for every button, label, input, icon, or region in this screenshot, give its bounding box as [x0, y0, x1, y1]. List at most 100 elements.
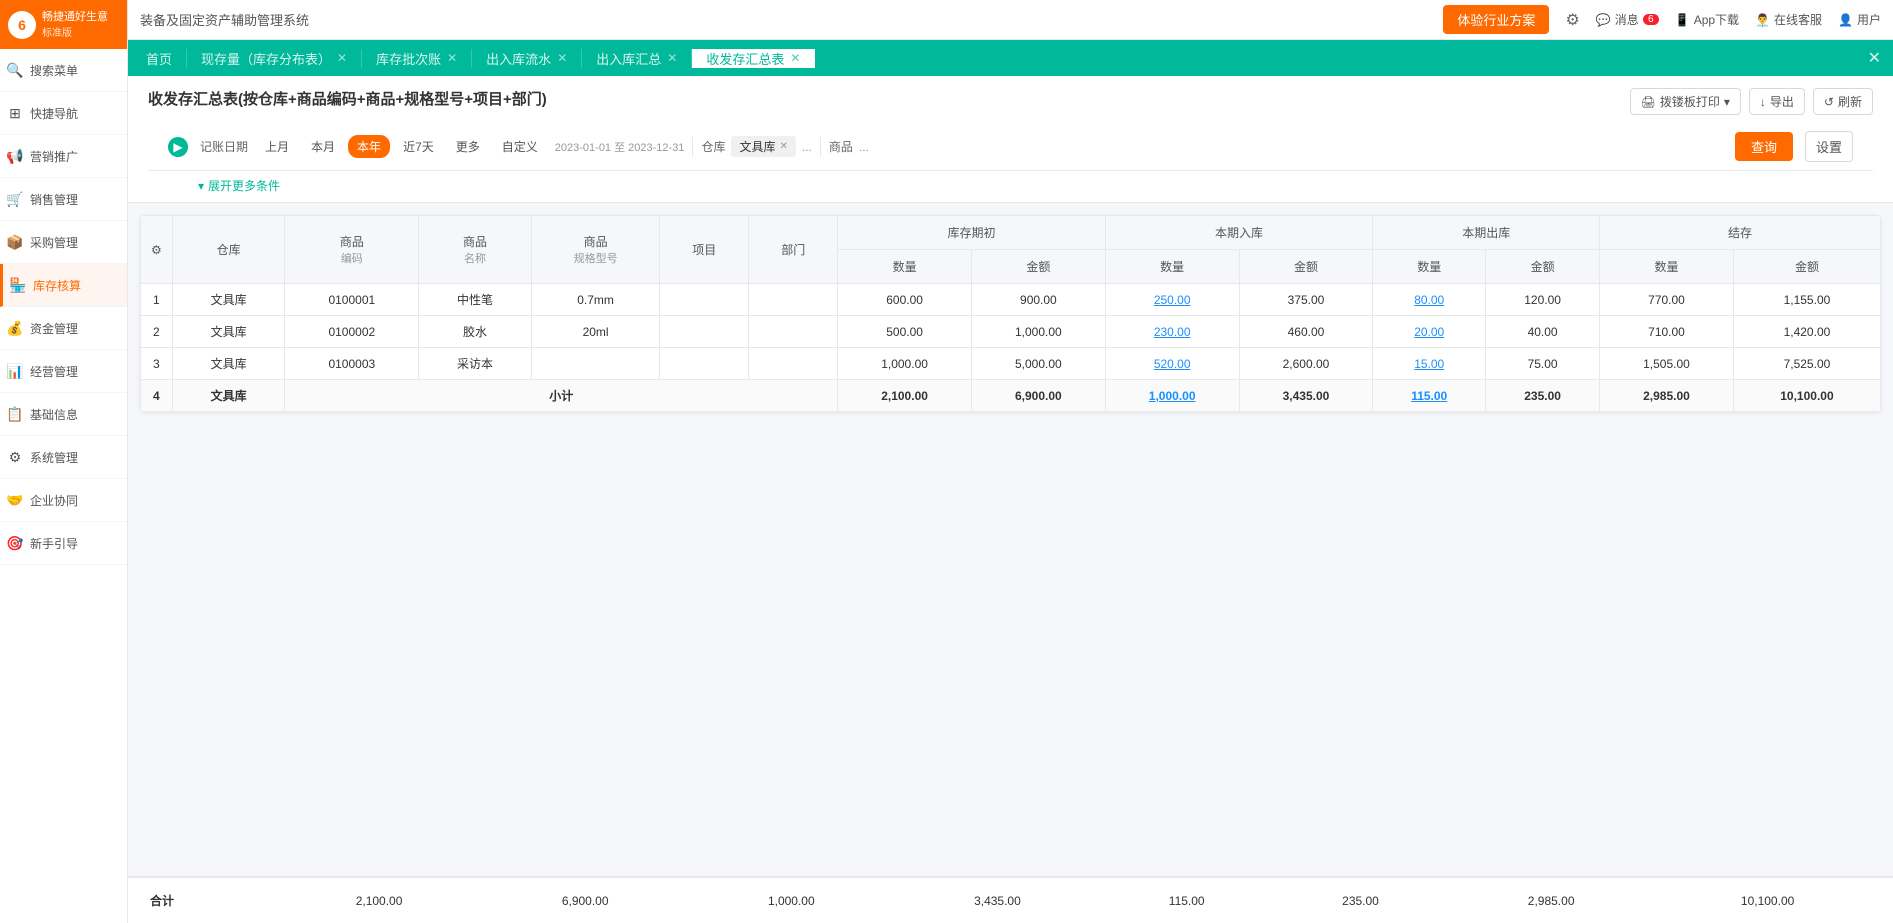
inventory-icon: 🏪: [9, 276, 27, 294]
experience-button[interactable]: 体验行业方案: [1443, 5, 1549, 34]
cell-open-amt: 5,000.00: [971, 348, 1105, 380]
cell-dept: [749, 284, 838, 316]
warehouse-more[interactable]: ...: [802, 140, 812, 154]
expand-conditions-btn[interactable]: ▾ 展开更多条件: [198, 177, 1873, 194]
cell-index: 2: [141, 316, 173, 348]
tab-close-batch[interactable]: ✕: [447, 51, 457, 65]
sidebar-item-basic[interactable]: 📋 基础信息: [0, 393, 127, 436]
sidebar-label-search: 搜索菜单: [30, 62, 78, 79]
sidebar-item-operation[interactable]: 📊 经营管理: [0, 350, 127, 393]
setting-button[interactable]: 设置: [1805, 131, 1853, 162]
table-row: 2 文具库 0100002 胶水 20ml 500.00 1,000.00 23…: [141, 316, 1881, 348]
cell-warehouse: 文具库: [172, 316, 285, 348]
sidebar-label-finance: 资金管理: [30, 320, 78, 337]
logo-icon: 6: [8, 11, 36, 39]
sidebar-item-search[interactable]: 🔍 搜索菜单: [0, 49, 127, 92]
top-bar-actions: 体验行业方案 ⚙ 💬 消息 6 📱 App下载 👨‍💼 在线客服 👤: [1443, 5, 1881, 34]
tab-home[interactable]: 首页: [132, 49, 187, 68]
sidebar-item-sales[interactable]: 🛒 销售管理: [0, 178, 127, 221]
cell-out-qty[interactable]: 15.00: [1373, 348, 1486, 380]
subtotal-out-amt: 235.00: [1486, 380, 1600, 412]
export-btn[interactable]: ↓ 导出: [1749, 88, 1805, 115]
date-btn-this-year[interactable]: 本年: [348, 135, 390, 158]
sidebar-item-quick-nav[interactable]: ⊞ 快捷导航: [0, 92, 127, 135]
cell-in-amt: 2,600.00: [1239, 348, 1373, 380]
tab-bar-close-icon[interactable]: ✕: [1856, 48, 1893, 68]
footer-total-label: 合计: [140, 886, 276, 915]
subtotal-in-qty[interactable]: 1,000.00: [1105, 380, 1239, 412]
settings-icon[interactable]: ⚙: [1565, 10, 1579, 30]
filter-toggle-btn[interactable]: ▶: [168, 137, 188, 157]
message-btn[interactable]: 💬 消息 6: [1596, 11, 1659, 28]
cell-out-amt: 75.00: [1486, 348, 1600, 380]
product-more[interactable]: ...: [859, 140, 869, 154]
tab-close-inventory[interactable]: ✕: [337, 51, 347, 65]
footer-in-amt: 3,435.00: [894, 886, 1100, 915]
tab-bar: 首页现存量（库存分布表）✕库存批次账✕出入库流水✕出入库汇总✕收发存汇总表✕ ✕: [128, 40, 1893, 76]
export-icon: ↓: [1760, 95, 1766, 109]
sidebar-item-inventory[interactable]: 🏪 库存核算: [0, 264, 127, 307]
tab-inventory[interactable]: 现存量（库存分布表）✕: [187, 49, 362, 68]
cell-spec: 20ml: [531, 316, 659, 348]
tab-receive_summary[interactable]: 收发存汇总表✕: [692, 49, 815, 68]
sidebar-item-purchase[interactable]: 📦 采购管理: [0, 221, 127, 264]
warehouse-tag: 文具库 ✕: [731, 136, 795, 157]
th-opening: 库存期初: [838, 216, 1106, 250]
cell-close-amt: 1,155.00: [1733, 284, 1880, 316]
cell-close-qty: 770.00: [1600, 284, 1734, 316]
app-download-btn[interactable]: 📱 App下载: [1675, 11, 1739, 28]
refresh-icon: ↺: [1824, 95, 1834, 109]
table-footer: 合计 2,100.00 6,900.00 1,000.00 3,435.00 1…: [128, 876, 1893, 923]
refresh-btn[interactable]: ↺ 刷新: [1813, 88, 1873, 115]
logo-text: 畅捷通好生意 标准版: [42, 10, 108, 39]
tab-close-inout_summary[interactable]: ✕: [667, 51, 677, 65]
warehouse-label: 仓库: [701, 138, 725, 155]
subtotal-open-qty: 2,100.00: [838, 380, 972, 412]
warehouse-tag-close[interactable]: ✕: [779, 141, 787, 152]
cell-code: 0100002: [285, 316, 419, 348]
filter-divider-2: [820, 137, 821, 157]
finance-icon: 💰: [6, 319, 24, 337]
cell-out-qty[interactable]: 80.00: [1373, 284, 1486, 316]
cell-in-qty[interactable]: 520.00: [1105, 348, 1239, 380]
operation-icon: 📊: [6, 362, 24, 380]
online-support-btn[interactable]: 👨‍💼 在线客服: [1755, 11, 1822, 28]
query-button[interactable]: 查询: [1735, 132, 1793, 161]
sidebar-item-marketing[interactable]: 📢 营销推广: [0, 135, 127, 178]
date-btn-7days[interactable]: 近7天: [394, 135, 443, 158]
print-btn[interactable]: 🖨 拨镂板打印 ▾: [1630, 88, 1741, 115]
tab-close-receive_summary[interactable]: ✕: [790, 51, 800, 65]
sidebar-item-system[interactable]: ⚙ 系统管理: [0, 436, 127, 479]
cell-in-qty[interactable]: 250.00: [1105, 284, 1239, 316]
cell-in-qty[interactable]: 230.00: [1105, 316, 1239, 348]
cell-warehouse: 文具库: [172, 284, 285, 316]
tab-close-inout_flow[interactable]: ✕: [557, 51, 567, 65]
marketing-icon: 📢: [6, 147, 24, 165]
cell-out-qty[interactable]: 20.00: [1373, 316, 1486, 348]
cell-index: 1: [141, 284, 173, 316]
subtotal-in-amt: 3,435.00: [1239, 380, 1373, 412]
tab-inout_flow[interactable]: 出入库流水✕: [472, 49, 582, 68]
cell-name: 中性笔: [419, 284, 532, 316]
sidebar-item-finance[interactable]: 💰 资金管理: [0, 307, 127, 350]
top-bar: 装备及固定资产辅助管理系统 体验行业方案 ⚙ 💬 消息 6 📱 App下载 👨‍…: [128, 0, 1893, 40]
th-code: 商品编码: [285, 216, 419, 284]
cell-dept: [749, 316, 838, 348]
basic-icon: 📋: [6, 405, 24, 423]
date-btn-custom[interactable]: 自定义: [493, 135, 547, 158]
sidebar-label-basic: 基础信息: [30, 406, 78, 423]
cell-code: 0100001: [285, 284, 419, 316]
date-btn-more[interactable]: 更多: [447, 135, 489, 158]
subtotal-label: 小计: [285, 380, 838, 412]
subtotal-out-qty[interactable]: 115.00: [1373, 380, 1486, 412]
tab-inout_summary[interactable]: 出入库汇总✕: [582, 49, 692, 68]
sidebar-item-newbie[interactable]: 🎯 新手引导: [0, 522, 127, 565]
tab-batch[interactable]: 库存批次账✕: [362, 49, 472, 68]
cell-close-qty: 710.00: [1600, 316, 1734, 348]
th-settings[interactable]: ⚙: [141, 216, 173, 284]
sidebar-item-collab[interactable]: 🤝 企业协同: [0, 479, 127, 522]
user-btn[interactable]: 👤 用户: [1838, 11, 1881, 28]
date-btn-this-month[interactable]: 本月: [302, 135, 344, 158]
date-btn-last-month[interactable]: 上月: [256, 135, 298, 158]
cell-project: [660, 284, 749, 316]
